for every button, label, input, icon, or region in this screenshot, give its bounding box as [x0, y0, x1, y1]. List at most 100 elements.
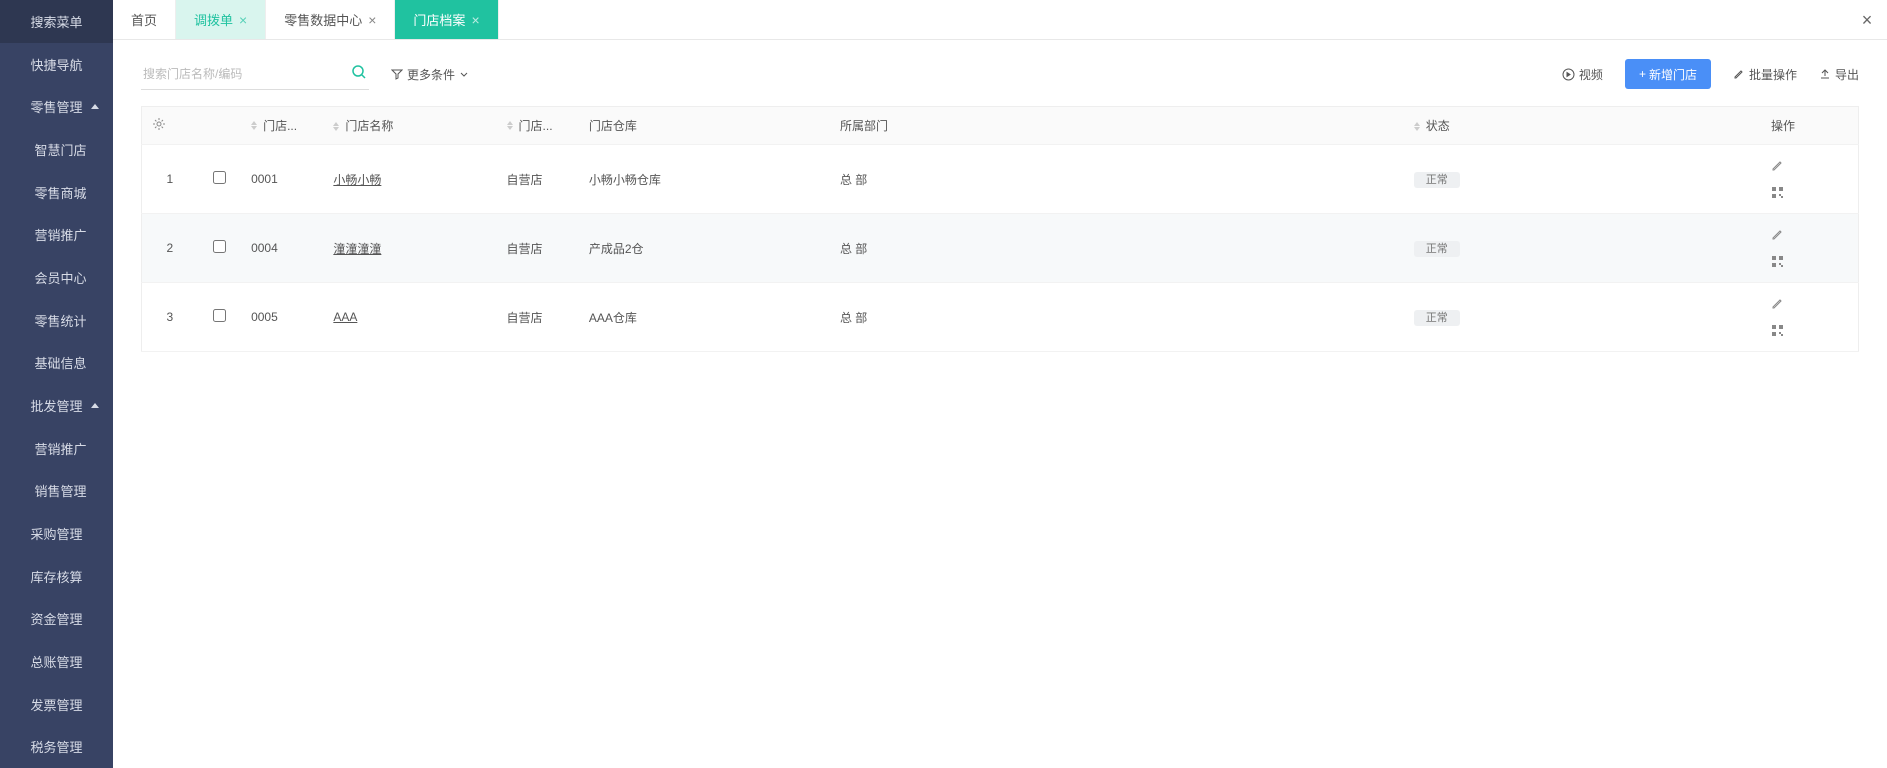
filter-icon: [391, 68, 403, 80]
sort-icon: [333, 122, 341, 131]
th-code-label: 门店...: [263, 117, 297, 134]
video-label: 视频: [1579, 66, 1603, 83]
tab-transfer-order[interactable]: 调拨单 ×: [176, 0, 266, 39]
cell-code: 0004: [241, 214, 323, 283]
add-store-button[interactable]: + 新增门店: [1625, 59, 1711, 89]
cell-department: 总 部: [830, 214, 1404, 283]
sort-icon: [1414, 122, 1422, 131]
content-area: 更多条件 视频 + 新增门店: [113, 40, 1887, 768]
th-department: 所属部门: [830, 107, 1404, 145]
sidebar-inventory-accounting[interactable]: 库存核算: [0, 555, 113, 598]
sidebar-tax-mgmt[interactable]: 税务管理: [0, 725, 113, 768]
sidebar-wholesale-mgmt[interactable]: 批发管理: [0, 384, 113, 427]
more-filter-button[interactable]: 更多条件: [391, 66, 469, 83]
status-badge: 正常: [1414, 172, 1460, 188]
cell-warehouse: 小畅小畅仓库: [579, 145, 830, 214]
edit-icon[interactable]: [1771, 297, 1848, 310]
cell-warehouse: AAA仓库: [579, 283, 830, 352]
sidebar-retail-mall[interactable]: 零售商城: [0, 171, 113, 214]
sidebar-invoice-mgmt[interactable]: 发票管理: [0, 683, 113, 726]
sidebar-gl-mgmt[interactable]: 总账管理: [0, 640, 113, 683]
cell-type: 自营店: [497, 145, 579, 214]
batch-ops-button[interactable]: 批量操作: [1733, 66, 1797, 83]
th-status[interactable]: 状态: [1404, 107, 1761, 145]
th-ops-label: 操作: [1771, 119, 1795, 133]
qrcode-icon[interactable]: [1771, 255, 1848, 268]
qrcode-icon[interactable]: [1771, 324, 1848, 337]
close-all-icon[interactable]: ×: [1847, 0, 1887, 40]
qrcode-icon[interactable]: [1771, 186, 1848, 199]
sidebar-fund-mgmt[interactable]: 资金管理: [0, 597, 113, 640]
tab-store-archive[interactable]: 门店档案 ×: [395, 0, 498, 39]
add-store-label: 新增门店: [1649, 66, 1697, 83]
sidebar-retail-mgmt[interactable]: 零售管理: [0, 85, 113, 128]
cell-type: 自营店: [497, 214, 579, 283]
row-checkbox[interactable]: [213, 309, 226, 322]
cell-department: 总 部: [830, 145, 1404, 214]
cell-code: 0001: [241, 145, 323, 214]
sidebar-sales-mgmt[interactable]: 销售管理: [0, 469, 113, 512]
tab-home[interactable]: 首页: [113, 0, 176, 39]
sidebar-quick-nav[interactable]: 快捷导航: [0, 43, 113, 86]
more-filter-label: 更多条件: [407, 66, 455, 83]
sidebar-basic-info[interactable]: 基础信息: [0, 341, 113, 384]
th-department-label: 所属部门: [840, 119, 888, 133]
close-icon[interactable]: ×: [239, 12, 247, 28]
sidebar-marketing1[interactable]: 营销推广: [0, 213, 113, 256]
sidebar: 搜索菜单 快捷导航 零售管理 智慧门店 零售商城 营销推广 会员中心 零售统计 …: [0, 0, 113, 768]
th-status-label: 状态: [1426, 119, 1450, 133]
status-badge: 正常: [1414, 241, 1460, 257]
table-row: 3 0005 AAA 自营店 AAA仓库 总 部 正常: [142, 283, 1859, 352]
store-name-link[interactable]: AAA: [333, 310, 357, 324]
store-name-link[interactable]: 潼潼潼潼: [333, 242, 381, 256]
edit-icon: [1733, 68, 1745, 80]
cell-warehouse: 产成品2仓: [579, 214, 830, 283]
gear-icon: [152, 117, 166, 131]
th-checkbox: [198, 107, 241, 145]
edit-icon[interactable]: [1771, 159, 1848, 172]
table-body: 1 0001 小畅小畅 自营店 小畅小畅仓库 总 部 正常: [142, 145, 1859, 352]
cell-idx: 1: [142, 145, 198, 214]
sidebar-retail-stats[interactable]: 零售统计: [0, 299, 113, 342]
th-name[interactable]: 门店名称: [323, 107, 496, 145]
sort-icon: [507, 121, 515, 130]
play-icon: [1562, 68, 1575, 81]
status-badge: 正常: [1414, 310, 1460, 326]
sidebar-marketing2[interactable]: 营销推广: [0, 427, 113, 470]
row-checkbox[interactable]: [213, 171, 226, 184]
th-warehouse-label: 门店仓库: [589, 119, 637, 133]
sidebar-search-menu[interactable]: 搜索菜单: [0, 0, 113, 43]
export-button[interactable]: 导出: [1819, 66, 1859, 83]
cell-code: 0005: [241, 283, 323, 352]
th-name-label: 门店名称: [345, 119, 393, 133]
plus-icon: +: [1639, 67, 1646, 81]
th-type[interactable]: 门店...: [497, 107, 579, 145]
sidebar-purchase-mgmt[interactable]: 采购管理: [0, 512, 113, 555]
toolbar: 更多条件 视频 + 新增门店: [141, 58, 1859, 90]
close-icon[interactable]: ×: [471, 12, 479, 28]
tab-transfer-order-label: 调拨单: [194, 10, 233, 29]
tab-store-archive-label: 门店档案: [413, 10, 465, 29]
store-table: 门店... 门店名称 门店... 门店仓库 所属部门 状态 操作 1 0001: [141, 106, 1859, 352]
video-button[interactable]: 视频: [1562, 66, 1603, 83]
search-input[interactable]: [141, 58, 369, 90]
sidebar-smart-store[interactable]: 智慧门店: [0, 128, 113, 171]
main-area: 首页 调拨单 × 零售数据中心 × 门店档案 × ×: [113, 0, 1887, 768]
chevron-down-icon: [459, 69, 469, 79]
row-checkbox[interactable]: [213, 240, 226, 253]
search-wrap: [141, 58, 369, 90]
tab-home-label: 首页: [131, 10, 157, 29]
th-settings[interactable]: [142, 107, 198, 145]
edit-icon[interactable]: [1771, 228, 1848, 241]
sidebar-member-center[interactable]: 会员中心: [0, 256, 113, 299]
store-name-link[interactable]: 小畅小畅: [333, 173, 381, 187]
th-code[interactable]: 门店...: [241, 107, 323, 145]
table-row: 1 0001 小畅小畅 自营店 小畅小畅仓库 总 部 正常: [142, 145, 1859, 214]
close-icon[interactable]: ×: [368, 12, 376, 28]
export-icon: [1819, 68, 1831, 80]
batch-ops-label: 批量操作: [1749, 66, 1797, 83]
cell-idx: 3: [142, 283, 198, 352]
search-icon[interactable]: [351, 64, 367, 80]
tab-bar: 首页 调拨单 × 零售数据中心 × 门店档案 × ×: [113, 0, 1887, 40]
tab-retail-data-center[interactable]: 零售数据中心 ×: [266, 0, 395, 39]
